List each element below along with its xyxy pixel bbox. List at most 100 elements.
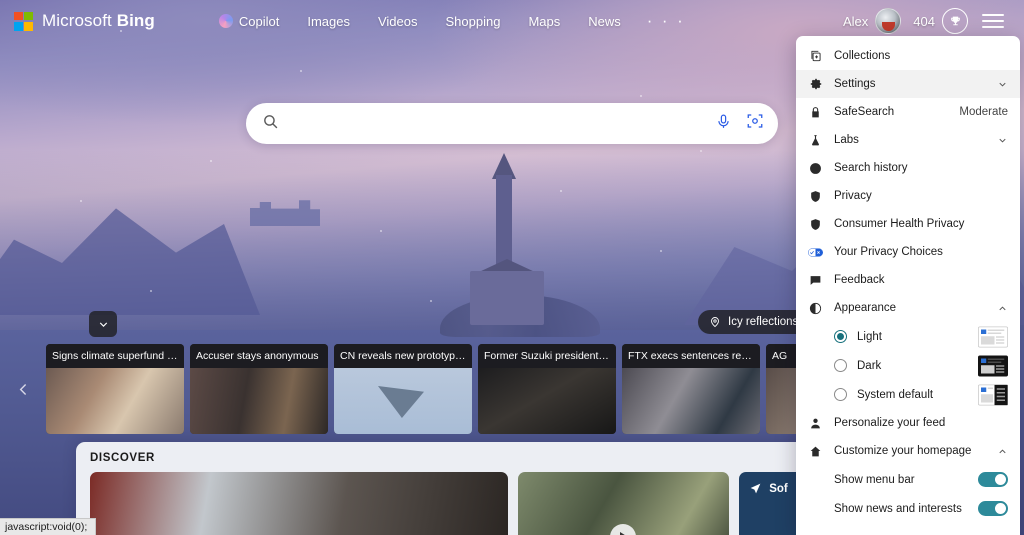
nav-item-news[interactable]: News xyxy=(574,8,635,35)
menu-item-safesearch[interactable]: SafeSearch Moderate xyxy=(796,98,1020,126)
menu-item-privacy[interactable]: Privacy xyxy=(796,182,1020,210)
carousel-prev-button[interactable] xyxy=(0,344,46,434)
nav-links: Copilot Images Videos Shopping Maps News… xyxy=(205,8,697,35)
person-icon xyxy=(808,417,823,430)
rewards-chip[interactable]: 404 xyxy=(913,8,968,34)
microsoft-logo-icon xyxy=(14,11,33,31)
radio-dark[interactable] xyxy=(834,359,847,372)
appearance-option-system-default[interactable]: System default xyxy=(796,380,1020,409)
account-chip[interactable]: Alex xyxy=(843,8,902,34)
hero-collapse-button[interactable] xyxy=(89,311,117,337)
visual-search-camera-icon[interactable] xyxy=(746,112,764,135)
menu-item-collections-label: Collections xyxy=(834,50,891,62)
theme-preview-dark xyxy=(978,355,1008,377)
news-card-thumbnail xyxy=(334,368,472,434)
appearance-option-system-default-label: System default xyxy=(857,388,934,401)
menu-item-your-privacy-choices[interactable]: Your Privacy Choices xyxy=(796,238,1020,266)
privacy-choices-icon xyxy=(808,247,823,258)
menu-item-customize-homepage[interactable]: Customize your homepage xyxy=(796,437,1020,465)
clock-icon xyxy=(808,162,823,175)
hamburger-menu-icon[interactable] xyxy=(980,10,1006,32)
nav-item-maps[interactable]: Maps xyxy=(514,8,574,35)
appearance-option-dark[interactable]: Dark xyxy=(796,351,1020,380)
trophy-icon xyxy=(942,8,968,34)
toggle-show-menu-bar[interactable] xyxy=(978,472,1008,487)
location-pin-icon xyxy=(711,317,719,328)
browser-status-bar: javascript:void(0); xyxy=(0,518,97,535)
news-card[interactable]: Accuser stays anonymous xyxy=(190,344,328,434)
collections-icon xyxy=(808,49,823,63)
weather-location-label: Sof xyxy=(769,482,788,495)
bing-homepage: Microsoft Bing Copilot Images Videos Sho… xyxy=(0,0,1024,535)
settings-flyout-panel: Collections Settings SafeSearch Moderate xyxy=(796,36,1020,535)
bing-logo-link[interactable]: Microsoft Bing xyxy=(14,11,155,31)
nav-item-copilot-label: Copilot xyxy=(238,13,280,29)
nav-item-images[interactable]: Images xyxy=(293,8,364,35)
avatar-icon[interactable] xyxy=(875,8,902,34)
news-card-title: FTX execs sentences reduc... xyxy=(622,344,760,368)
menu-item-appearance-label: Appearance xyxy=(834,302,897,314)
toggle-show-news-and-interests[interactable] xyxy=(978,501,1008,516)
menu-item-your-privacy-choices-label: Your Privacy Choices xyxy=(834,246,943,258)
search-icon xyxy=(262,113,279,135)
navigation-arrow-icon xyxy=(750,483,761,494)
setting-show-menu-bar[interactable]: Show menu bar xyxy=(796,465,1020,494)
hero-island-church xyxy=(440,153,600,345)
chevron-up-icon xyxy=(997,446,1008,457)
microphone-icon[interactable] xyxy=(715,113,732,135)
menu-item-search-history-label: Search history xyxy=(834,162,908,174)
home-icon xyxy=(808,445,823,458)
setting-show-news-and-interests-label: Show news and interests xyxy=(834,502,962,515)
setting-show-menu-bar-label: Show menu bar xyxy=(834,473,915,486)
nav-item-shopping[interactable]: Shopping xyxy=(431,8,514,35)
brand-suffix: Bing xyxy=(116,11,155,30)
search-tools xyxy=(715,112,764,135)
appearance-option-light-label: Light xyxy=(857,330,882,343)
discover-card-video[interactable] xyxy=(517,472,730,535)
user-name-label: Alex xyxy=(843,13,869,29)
appearance-contrast-icon xyxy=(808,302,823,315)
menu-item-appearance[interactable]: Appearance xyxy=(796,294,1020,322)
news-card-title: Accuser stays anonymous xyxy=(190,344,328,368)
copilot-icon xyxy=(218,14,233,28)
menu-item-search-history[interactable]: Search history xyxy=(796,154,1020,182)
menu-item-collections[interactable]: Collections xyxy=(796,42,1020,70)
gear-icon xyxy=(808,77,823,91)
labs-flask-icon xyxy=(808,134,823,147)
search-input[interactable] xyxy=(290,115,715,132)
menu-item-personalize-feed[interactable]: Personalize your feed xyxy=(796,409,1020,437)
menu-item-settings[interactable]: Settings xyxy=(796,70,1020,98)
nav-overflow-icon[interactable]: · · · xyxy=(635,11,697,31)
news-card-thumbnail xyxy=(46,368,184,434)
appearance-option-light[interactable]: Light xyxy=(796,322,1020,351)
news-card[interactable]: CN reveals new prototypes xyxy=(334,344,472,434)
brand-text: Microsoft Bing xyxy=(42,11,155,31)
news-card[interactable]: Former Suzuki president dies xyxy=(478,344,616,434)
menu-item-personalize-feed-label: Personalize your feed xyxy=(834,417,946,429)
discover-card[interactable] xyxy=(90,472,508,535)
menu-item-labs-label: Labs xyxy=(834,134,859,146)
news-card[interactable]: Signs climate superfund bill xyxy=(46,344,184,434)
search-box[interactable] xyxy=(246,103,778,144)
nav-item-videos[interactable]: Videos xyxy=(364,8,432,35)
news-card-thumbnail xyxy=(190,368,328,434)
news-card[interactable]: FTX execs sentences reduc... xyxy=(622,344,760,434)
rewards-count-label: 404 xyxy=(913,13,935,29)
play-button-icon[interactable] xyxy=(610,524,637,535)
lock-icon xyxy=(808,106,823,119)
news-card-title: CN reveals new prototypes xyxy=(334,344,472,368)
menu-item-settings-label: Settings xyxy=(834,78,876,90)
radio-light[interactable] xyxy=(834,330,847,343)
menu-item-consumer-health-privacy[interactable]: Consumer Health Privacy xyxy=(796,210,1020,238)
menu-item-labs[interactable]: Labs xyxy=(796,126,1020,154)
menu-item-privacy-label: Privacy xyxy=(834,190,872,202)
radio-system-default[interactable] xyxy=(834,388,847,401)
news-card-title: Signs climate superfund bill xyxy=(46,344,184,368)
chevron-up-icon xyxy=(997,303,1008,314)
chevron-down-icon xyxy=(997,79,1008,90)
top-right-controls: Alex 404 xyxy=(843,8,1010,34)
setting-show-news-and-interests[interactable]: Show news and interests xyxy=(796,494,1020,523)
nav-item-copilot[interactable]: Copilot xyxy=(205,8,293,35)
menu-item-feedback[interactable]: Feedback xyxy=(796,266,1020,294)
menu-item-feedback-label: Feedback xyxy=(834,274,885,286)
